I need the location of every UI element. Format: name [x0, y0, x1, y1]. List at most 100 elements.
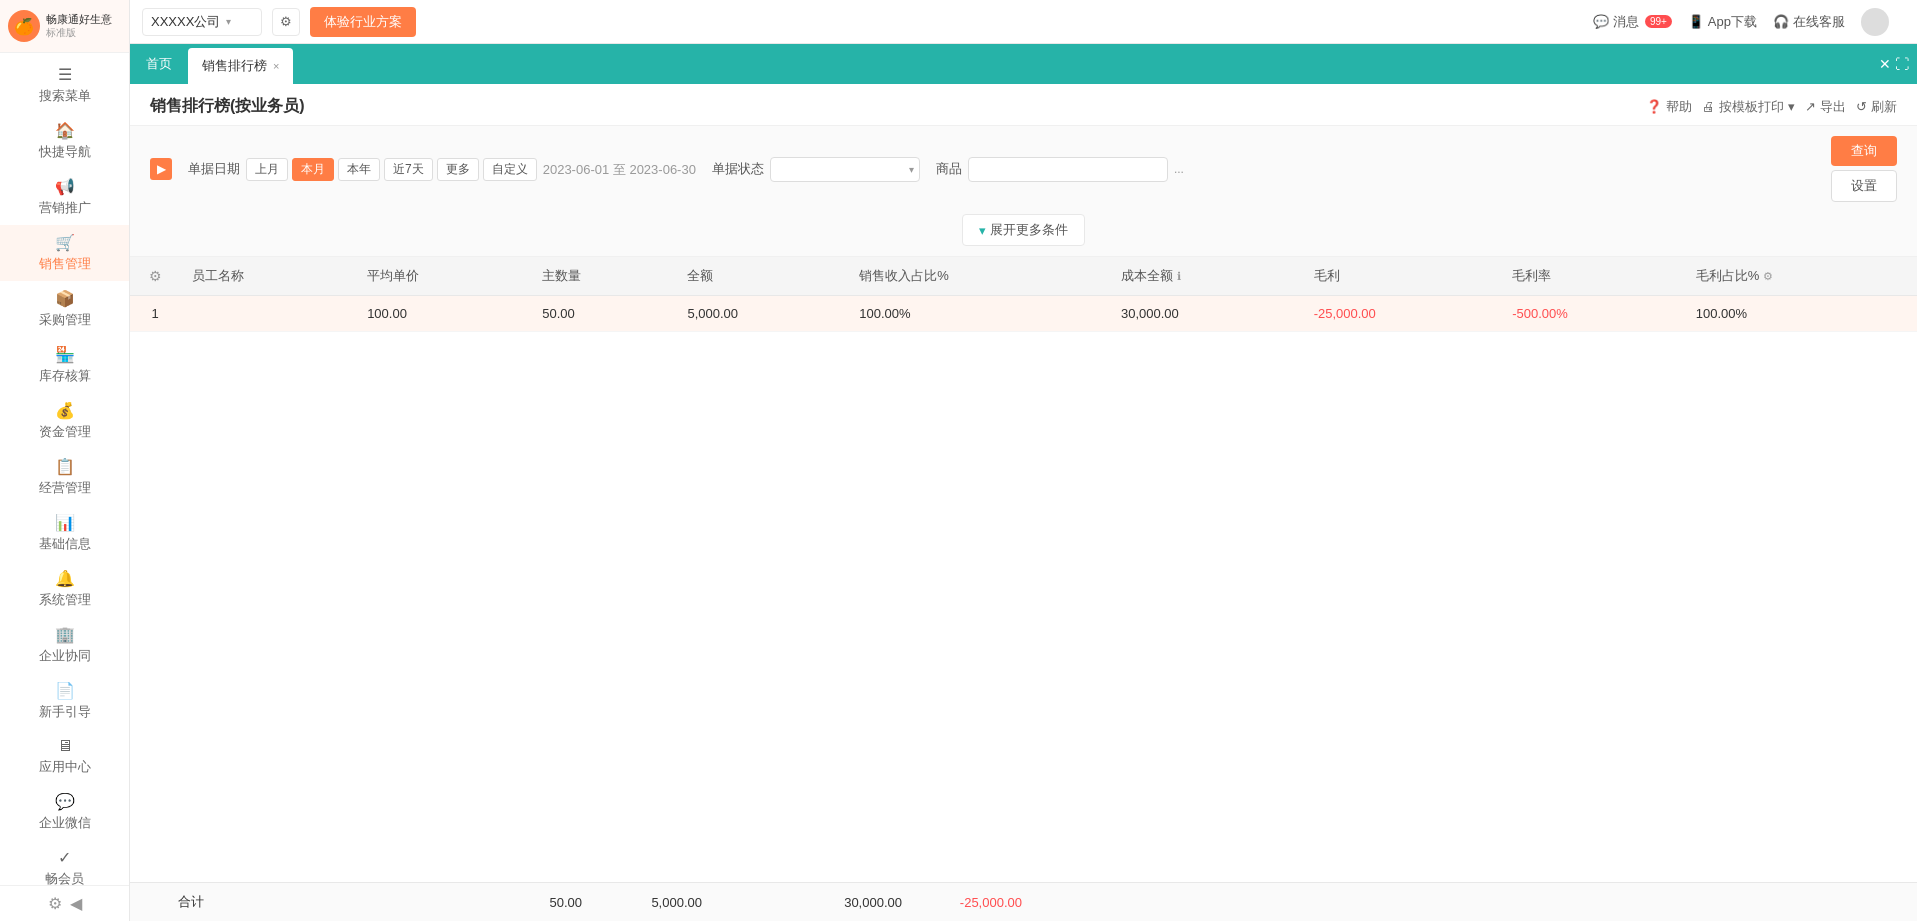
- footer-profit: -25,000.00: [902, 895, 1022, 910]
- settings-bottom-icon[interactable]: ⚙: [48, 894, 62, 913]
- app-center-icon: 🖥: [57, 737, 73, 755]
- headset-icon: 🎧: [1773, 14, 1789, 29]
- online-service-button[interactable]: 🎧 在线客服: [1773, 13, 1845, 31]
- maximize-window-icon[interactable]: ⛶: [1895, 56, 1909, 72]
- sidebar-item-basic-info[interactable]: 📊 基础信息: [0, 505, 129, 561]
- date-filter: 单据日期 上月 本月 本年 近7天 更多 自定义 2023-06-01 至 20…: [188, 158, 696, 181]
- page-actions: ❓ 帮助 🖨 按模板打印 ▾ ↗ 导出 ↺ 刷新: [1646, 98, 1897, 116]
- sidebar-item-enterprise[interactable]: 🏢 企业协同: [0, 617, 129, 673]
- date-btn-7days[interactable]: 近7天: [384, 158, 433, 181]
- printer-icon: 🖨: [1702, 99, 1715, 114]
- sidebar-item-label: 营销推广: [39, 199, 91, 217]
- app-logo-icon: 🍊: [8, 10, 40, 42]
- refresh-button[interactable]: ↺ 刷新: [1856, 98, 1897, 116]
- sidebar-item-search-order[interactable]: ☰ 搜索菜单: [0, 57, 129, 113]
- purchase-icon: 📦: [55, 289, 75, 308]
- app-logo-title: 畅康通好生意: [46, 12, 112, 26]
- page-title: 销售排行榜(按业务员): [150, 96, 305, 117]
- trial-button[interactable]: 体验行业方案: [310, 7, 416, 37]
- sidebar-item-inventory[interactable]: 🏪 库存核算: [0, 337, 129, 393]
- wechat-icon: 💬: [55, 792, 75, 811]
- marketing-icon: 📢: [55, 177, 75, 196]
- export-label: 导出: [1820, 98, 1846, 116]
- cost-info-icon[interactable]: ℹ: [1177, 270, 1181, 282]
- td-cost: 30,000.00: [1109, 296, 1302, 332]
- export-icon: ↗: [1805, 99, 1816, 114]
- sidebar-item-app-center[interactable]: 🖥 应用中心: [0, 729, 129, 784]
- th-sales-pct: 销售收入占比%: [847, 257, 1109, 296]
- inventory-icon: 🏪: [55, 345, 75, 364]
- filter-expand-arrow[interactable]: ▶: [150, 158, 172, 180]
- expand-more-button[interactable]: ▾ 展开更多条件: [962, 214, 1085, 246]
- date-filter-label: 单据日期: [188, 160, 240, 178]
- sidebar-item-operations[interactable]: 📋 经营管理: [0, 449, 129, 505]
- date-btn-current-year[interactable]: 本年: [338, 158, 380, 181]
- sidebar-item-purchase[interactable]: 📦 采购管理: [0, 281, 129, 337]
- online-service-label: 在线客服: [1793, 13, 1845, 31]
- date-btn-current-month[interactable]: 本月: [292, 158, 334, 181]
- tab-home[interactable]: 首页: [130, 44, 188, 84]
- question-icon: ❓: [1646, 99, 1662, 114]
- company-name: XXXXX公司: [151, 13, 220, 31]
- operations-icon: 📋: [55, 457, 75, 476]
- date-btn-more[interactable]: 更多: [437, 158, 479, 181]
- sidebar-item-label: 新手引导: [39, 703, 91, 721]
- sidebar-bottom: ⚙ ◀: [0, 885, 129, 921]
- member-icon: ✓: [58, 848, 71, 867]
- date-range-display: 2023-06-01 至 2023-06-30: [543, 161, 696, 179]
- filter-buttons: 查询 设置: [1831, 136, 1897, 202]
- date-btn-custom[interactable]: 自定义: [483, 158, 537, 181]
- table-settings-icon[interactable]: ⚙: [149, 268, 162, 284]
- sidebar-item-guide[interactable]: 📄 新手引导: [0, 673, 129, 729]
- goods-filter-label: 商品: [936, 160, 962, 178]
- refresh-label: 刷新: [1871, 98, 1897, 116]
- print-button[interactable]: 🖨 按模板打印 ▾: [1702, 98, 1795, 116]
- collapse-sidebar-icon[interactable]: ◀: [70, 894, 82, 913]
- table-row: 1 100.00 50.00 5,000.00 100.00% 30,000.0…: [130, 296, 1917, 332]
- sidebar-item-sales[interactable]: 🛒 销售管理: [0, 225, 129, 281]
- tabbar: 首页 销售排行榜 × ✕ ⛶: [130, 44, 1917, 84]
- td-profit-rate: -500.00%: [1500, 296, 1684, 332]
- phone-icon: 📱: [1688, 14, 1704, 29]
- topbar-settings-button[interactable]: ⚙: [272, 8, 300, 36]
- status-select[interactable]: [770, 157, 920, 182]
- sidebar-item-marketing[interactable]: 📢 营销推广: [0, 169, 129, 225]
- td-rank: 1: [130, 296, 180, 332]
- company-selector[interactable]: XXXXX公司 ▾: [142, 8, 262, 36]
- help-label: 帮助: [1666, 98, 1692, 116]
- sidebar-item-wechat[interactable]: 💬 企业微信: [0, 784, 129, 840]
- tab-sales-ranking[interactable]: 销售排行榜 ×: [188, 48, 293, 84]
- query-button[interactable]: 查询: [1831, 136, 1897, 166]
- topbar: XXXXX公司 ▾ ⚙ 体验行业方案 💬 消息 99+ 📱 App下载 🎧 在线…: [130, 0, 1917, 44]
- sidebar-item-label: 搜索菜单: [39, 87, 91, 105]
- filter-row: ▶ 单据日期 上月 本月 本年 近7天 更多 自定义 2023-06-01 至 …: [150, 136, 1897, 202]
- user-avatar[interactable]: [1861, 8, 1889, 36]
- content-spacer: [130, 570, 1917, 883]
- gear-icon: ⚙: [280, 14, 292, 29]
- sidebar-item-label: 企业协同: [39, 647, 91, 665]
- app-download-button[interactable]: 📱 App下载: [1688, 13, 1757, 31]
- guide-icon: 📄: [55, 681, 75, 700]
- goods-input[interactable]: [968, 157, 1168, 182]
- sidebar-item-member[interactable]: ✓ 畅会员: [0, 840, 129, 885]
- status-filter: 单据状态 ▾: [712, 157, 920, 182]
- sidebar-item-finance[interactable]: 💰 资金管理: [0, 393, 129, 449]
- table-settings-button[interactable]: 设置: [1831, 170, 1897, 202]
- export-button[interactable]: ↗ 导出: [1805, 98, 1846, 116]
- window-buttons: ✕ ⛶: [1871, 44, 1917, 84]
- message-badge: 99+: [1645, 15, 1672, 28]
- sidebar-item-label: 畅会员: [45, 870, 84, 885]
- sidebar-item-quick-nav[interactable]: 🏠 快捷导航: [0, 113, 129, 169]
- app-download-label: App下载: [1708, 13, 1757, 31]
- status-filter-label: 单据状态: [712, 160, 764, 178]
- date-btn-prev-month[interactable]: 上月: [246, 158, 288, 181]
- tab-close-icon[interactable]: ×: [273, 60, 279, 72]
- profit-pct-settings-icon[interactable]: ⚙: [1763, 270, 1773, 282]
- filter-area: ▶ 单据日期 上月 本月 本年 近7天 更多 自定义 2023-06-01 至 …: [130, 126, 1917, 257]
- basic-info-icon: 📊: [55, 513, 75, 532]
- help-button[interactable]: ❓ 帮助: [1646, 98, 1692, 116]
- message-button[interactable]: 💬 消息 99+: [1593, 13, 1672, 31]
- sidebar-item-system[interactable]: 🔔 系统管理: [0, 561, 129, 617]
- sidebar-item-label: 库存核算: [39, 367, 91, 385]
- close-window-icon[interactable]: ✕: [1879, 56, 1891, 72]
